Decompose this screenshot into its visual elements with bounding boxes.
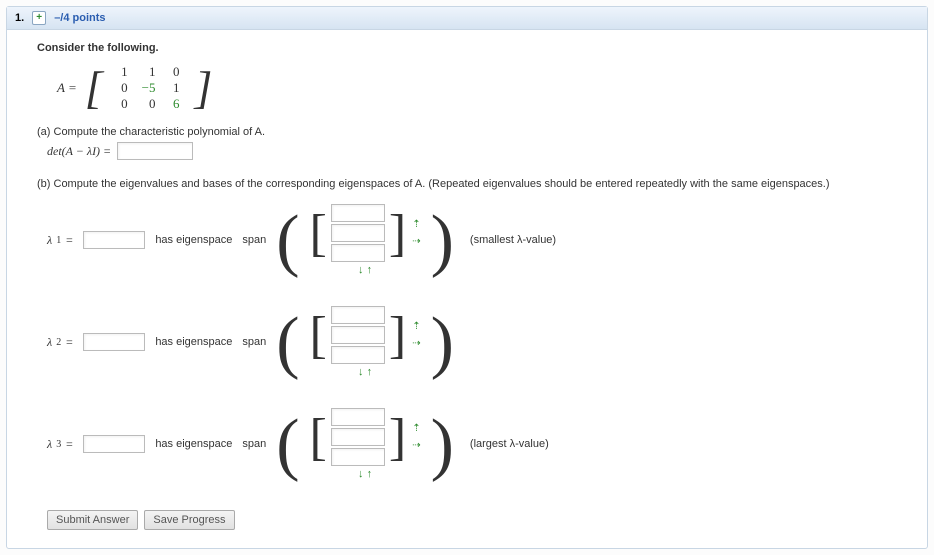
det-input[interactable] — [117, 142, 193, 160]
matrix-label: A = — [57, 80, 77, 96]
matrix-cell: 0 — [169, 64, 179, 80]
matrix-A: 1 1 0 0 −5 1 0 0 6 — [111, 64, 187, 112]
vec1-row1-input[interactable] — [331, 204, 385, 222]
vector-left-bracket-icon: [ — [310, 418, 327, 457]
lambda2-input[interactable] — [83, 333, 145, 351]
expand-toggle-icon[interactable]: + — [32, 11, 46, 25]
matrix-cell: 1 — [169, 80, 179, 96]
matrix-right-bracket-icon: ] — [194, 70, 212, 107]
question-card: 1. + –/4 points Consider the following. … — [6, 6, 928, 549]
question-header: 1. + –/4 points — [7, 7, 927, 30]
span-label: span — [242, 336, 266, 348]
paren-left-icon: ( — [276, 318, 299, 367]
eigen-row-2: λ2 = has eigenspace span ( [ ] ⇡ ⇢ — [47, 306, 897, 378]
arrow-up-icon[interactable]: ⇡ — [412, 423, 420, 434]
prompt-text: Consider the following. — [37, 42, 897, 54]
vec3-row2-input[interactable] — [331, 428, 385, 446]
part-b-label: (b) Compute the eigenvalues and bases of… — [37, 178, 897, 190]
matrix-cell: 1 — [145, 64, 155, 80]
eigen-row-1: λ1 = has eigenspace span ( [ ] ⇡ ⇢ — [47, 204, 897, 276]
vec2-row2-input[interactable] — [331, 326, 385, 344]
vector-entry-2: [ ] ⇡ ⇢ ↓ ↑ — [310, 306, 421, 378]
arrow-right-icon[interactable]: ⇢ — [412, 236, 420, 247]
has-eigenspace-label: has eigenspace — [155, 336, 232, 348]
span-label: span — [242, 438, 266, 450]
vec3-row3-input[interactable] — [331, 448, 385, 466]
lambda-symbol: λ — [47, 437, 52, 452]
lambda-symbol: λ — [47, 233, 52, 248]
col-arrows[interactable]: ↓ ↑ — [358, 468, 372, 480]
vec3-row1-input[interactable] — [331, 408, 385, 426]
arrow-down-icon[interactable]: ↓ — [358, 264, 364, 276]
vector-entry-1: [ ] ⇡ ⇢ ↓ ↑ — [310, 204, 421, 276]
lambda-label-1: λ1 = — [47, 233, 73, 248]
question-number: 1. — [15, 12, 24, 24]
lambda-label-2: λ2 = — [47, 335, 73, 350]
arrow-up-icon[interactable]: ⇡ — [412, 219, 420, 230]
button-row: Submit Answer Save Progress — [47, 510, 887, 530]
matrix-cell: 6 — [169, 96, 179, 112]
arrow-upd-icon[interactable]: ↑ — [367, 468, 373, 480]
eigen-row-3: λ3 = has eigenspace span ( [ ] ⇡ ⇢ — [47, 408, 897, 480]
arrow-down-icon[interactable]: ↓ — [358, 468, 364, 480]
vector-right-bracket-icon: ] — [389, 418, 406, 457]
vec1-row3-input[interactable] — [331, 244, 385, 262]
lambda-label-3: λ3 = — [47, 437, 73, 452]
arrow-upd-icon[interactable]: ↑ — [367, 366, 373, 378]
paren-left-icon: ( — [276, 216, 299, 265]
save-progress-button[interactable]: Save Progress — [144, 510, 234, 530]
lambda3-note: (largest λ-value) — [470, 438, 549, 450]
arrow-right-icon[interactable]: ⇢ — [412, 440, 420, 451]
lambda1-note: (smallest λ-value) — [470, 234, 556, 246]
equals-sign: = — [65, 335, 73, 350]
remove-add-row-icons[interactable]: ⇡ ⇢ — [412, 219, 420, 247]
arrow-upd-icon[interactable]: ↑ — [367, 264, 373, 276]
lambda-subscript: 3 — [56, 439, 61, 450]
vector-left-bracket-icon: [ — [310, 214, 327, 253]
matrix-cell: 0 — [118, 80, 128, 96]
matrix-cell: −5 — [142, 80, 156, 96]
vec2-row1-input[interactable] — [331, 306, 385, 324]
col-arrows[interactable]: ↓ ↑ — [358, 366, 372, 378]
has-eigenspace-label: has eigenspace — [155, 438, 232, 450]
arrow-down-icon[interactable]: ↓ — [358, 366, 364, 378]
lambda3-input[interactable] — [83, 435, 145, 453]
lambda-subscript: 2 — [56, 337, 61, 348]
question-body: Consider the following. A = [ 1 1 0 0 −5… — [7, 30, 927, 548]
matrix-cell: 0 — [145, 96, 155, 112]
arrow-up-icon[interactable]: ⇡ — [412, 321, 420, 332]
det-label: det(A − λI) = — [47, 144, 111, 159]
remove-add-row-icons[interactable]: ⇡ ⇢ — [412, 423, 420, 451]
equals-sign: = — [65, 437, 73, 452]
arrow-right-icon[interactable]: ⇢ — [412, 338, 420, 349]
paren-right-icon: ) — [431, 420, 454, 469]
vector-entry-3: [ ] ⇡ ⇢ ↓ ↑ — [310, 408, 421, 480]
col-arrows[interactable]: ↓ ↑ — [358, 264, 372, 276]
lambda-subscript: 1 — [56, 235, 61, 246]
part-a-label: (a) Compute the characteristic polynomia… — [37, 126, 897, 138]
matrix-left-bracket-icon: [ — [85, 70, 103, 107]
paren-right-icon: ) — [431, 318, 454, 367]
points-label: –/4 points — [54, 12, 105, 24]
vector-left-bracket-icon: [ — [310, 316, 327, 355]
paren-right-icon: ) — [431, 216, 454, 265]
matrix-cell: 1 — [118, 64, 128, 80]
matrix-display: A = [ 1 1 0 0 −5 1 0 0 6 ] — [57, 64, 897, 112]
submit-button[interactable]: Submit Answer — [47, 510, 138, 530]
vec1-row2-input[interactable] — [331, 224, 385, 242]
remove-add-row-icons[interactable]: ⇡ ⇢ — [412, 321, 420, 349]
span-label: span — [242, 234, 266, 246]
matrix-cell: 0 — [118, 96, 128, 112]
equals-sign: = — [65, 233, 73, 248]
vector-right-bracket-icon: ] — [389, 316, 406, 355]
has-eigenspace-label: has eigenspace — [155, 234, 232, 246]
vec2-row3-input[interactable] — [331, 346, 385, 364]
paren-left-icon: ( — [276, 420, 299, 469]
vector-right-bracket-icon: ] — [389, 214, 406, 253]
lambda1-input[interactable] — [83, 231, 145, 249]
lambda-symbol: λ — [47, 335, 52, 350]
det-row: det(A − λI) = — [47, 142, 897, 160]
